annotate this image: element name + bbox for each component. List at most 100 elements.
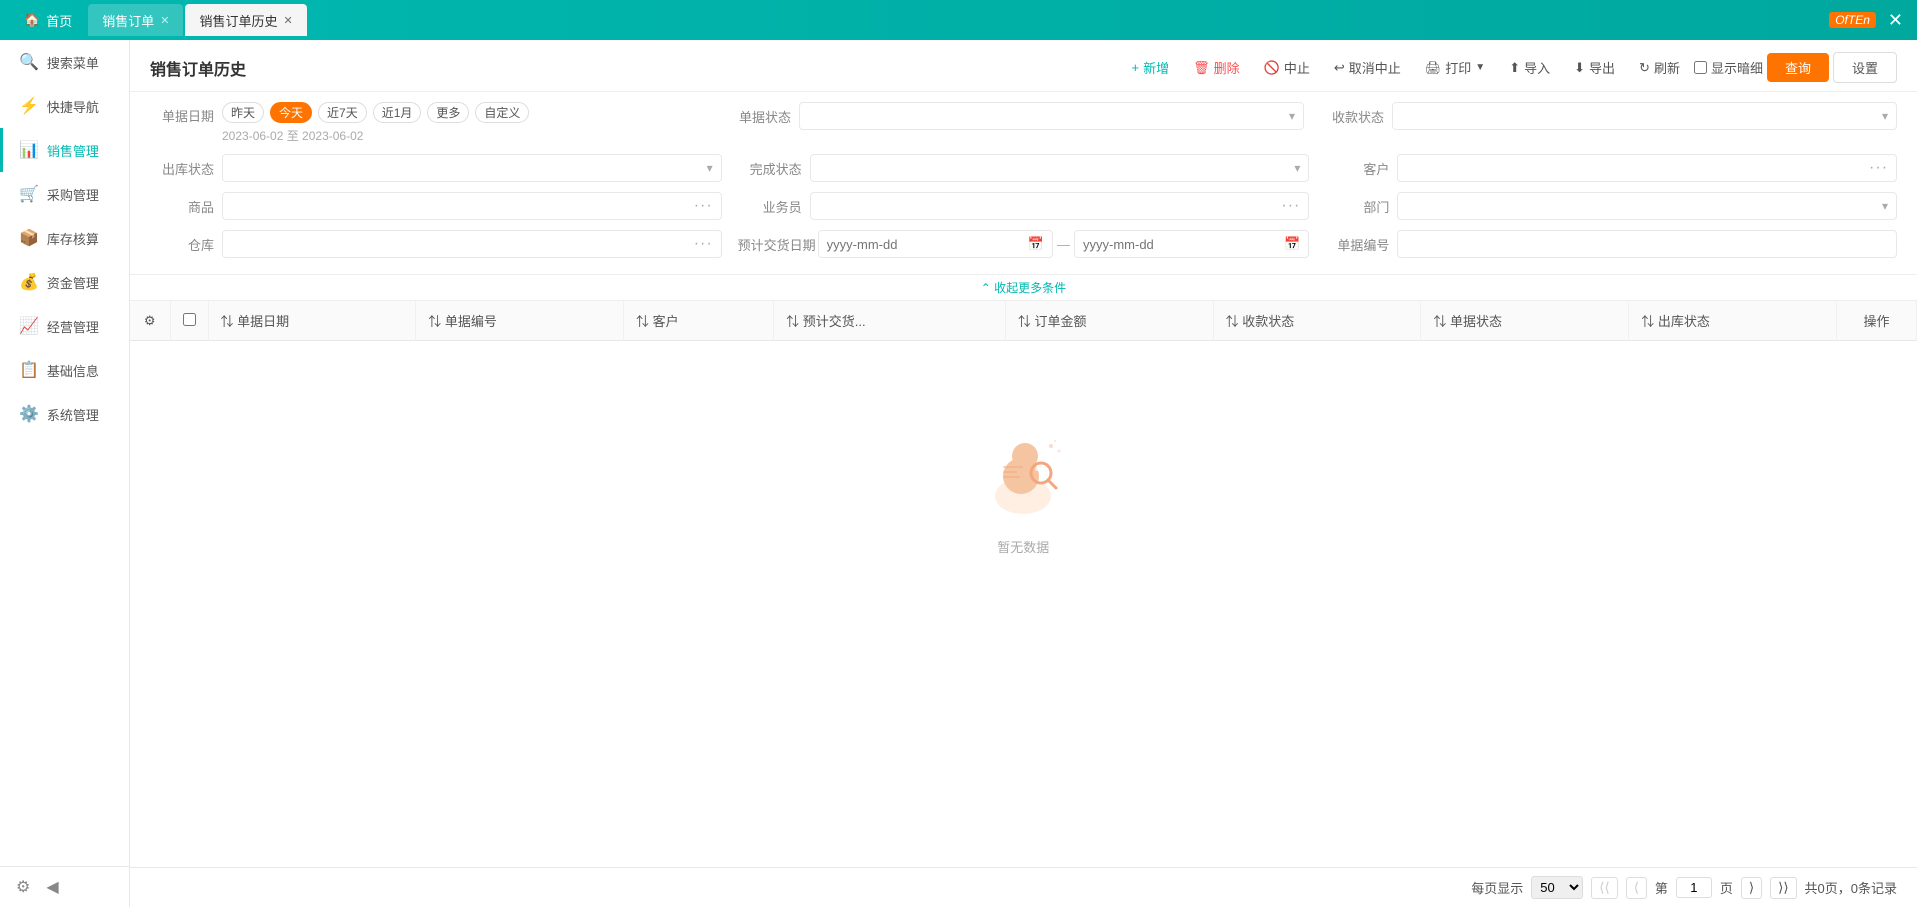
department-arrow-icon: ▾	[1882, 199, 1888, 213]
sidebar-item-inventory[interactable]: 📦 库存核算	[0, 216, 129, 260]
settings-gear-icon[interactable]: ⚙	[144, 313, 156, 328]
sidebar-item-quick-nav[interactable]: ⚡ 快捷导航	[0, 84, 129, 128]
date-more[interactable]: 更多	[427, 102, 469, 123]
warehouse-dots-icon: ···	[694, 235, 713, 253]
tab-sales-order-history-close[interactable]: ✕	[283, 14, 292, 27]
show-cols-label: 显示暗细	[1711, 58, 1763, 77]
empty-illustration	[973, 421, 1073, 521]
print-button[interactable]: 🖨 打印 ▼	[1415, 54, 1495, 81]
page-number-input[interactable]	[1676, 877, 1712, 898]
empty-text: 暂无数据	[997, 537, 1049, 556]
col-operations: 操作	[1837, 301, 1917, 341]
payment-status-input[interactable]: ▾	[1392, 102, 1897, 130]
expected-delivery-start-input[interactable]	[827, 237, 1024, 252]
col-outbound-status[interactable]: ⇅ 出库状态	[1629, 301, 1837, 341]
delete-button[interactable]: 🗑 删除	[1183, 54, 1250, 81]
col-customer[interactable]: ⇅ 客户	[624, 301, 774, 341]
expected-delivery-end-input[interactable]	[1083, 237, 1280, 252]
product-label: 商品	[150, 197, 222, 216]
page-size-label: 每页显示	[1471, 878, 1523, 897]
collapse-label: ⌃ 收起更多条件	[981, 281, 1066, 295]
col-expected-delivery[interactable]: ⇅ 预计交货...	[774, 301, 1006, 341]
col-expected-sort-icon: ⇅	[786, 314, 803, 329]
outbound-status-label: 出库状态	[150, 159, 222, 178]
refresh-icon: ↻	[1639, 60, 1650, 76]
sidebar-item-sales-label: 销售管理	[47, 141, 99, 160]
refresh-button[interactable]: ↻ 刷新	[1629, 54, 1690, 81]
col-order-status[interactable]: ⇅ 单据状态	[1421, 301, 1629, 341]
stop-button[interactable]: 🚫 中止	[1254, 54, 1320, 81]
first-page-button[interactable]: ⟨⟨	[1591, 877, 1617, 899]
settings-button[interactable]: 设置	[1833, 52, 1897, 83]
new-button[interactable]: + 新增	[1121, 54, 1179, 81]
sidebar-item-search-menu[interactable]: 🔍 搜索菜单	[0, 40, 129, 84]
tab-sales-order[interactable]: 销售订单 ✕	[88, 4, 183, 36]
sidebar-item-system[interactable]: ⚙️ 系统管理	[0, 392, 129, 436]
page-size-select[interactable]: 50 100 200	[1531, 876, 1583, 899]
tab-home[interactable]: 🏠 首页	[10, 4, 86, 36]
product-dots-icon: ···	[694, 197, 713, 215]
order-no-input[interactable]	[1397, 230, 1897, 258]
next-page-button[interactable]: ⟩	[1741, 877, 1762, 899]
sidebar-item-capital-label: 资金管理	[47, 273, 99, 292]
salesperson-input[interactable]: ···	[810, 192, 1310, 220]
date-1month[interactable]: 近1月	[373, 102, 422, 123]
col-order-no[interactable]: ⇅ 单据编号	[416, 301, 624, 341]
department-input[interactable]: ▾	[1397, 192, 1897, 220]
import-button[interactable]: ⬆ 导入	[1499, 54, 1560, 81]
date-yesterday[interactable]: 昨天	[222, 102, 264, 123]
orders-table: ⚙ ⇅ 单据日期 ⇅ 单据编号	[130, 301, 1917, 596]
settings-bottom-icon[interactable]: ⚙	[16, 877, 30, 897]
query-button[interactable]: 查询	[1767, 53, 1829, 82]
tab-sales-order-history[interactable]: 销售订单历史 ✕	[185, 4, 306, 36]
order-no-label: 单据编号	[1325, 235, 1397, 254]
salesperson-dots-icon: ···	[1281, 197, 1300, 215]
page-go-label: 第	[1655, 878, 1668, 897]
prev-page-button[interactable]: ⟨	[1626, 877, 1647, 899]
customer-label: 客户	[1325, 159, 1397, 178]
expected-delivery-end[interactable]: 📅	[1074, 230, 1309, 258]
sidebar-item-purchase[interactable]: 🛒 采购管理	[0, 172, 129, 216]
collapse-icon[interactable]: ◀	[46, 877, 58, 897]
show-cols-checkbox[interactable]	[1694, 61, 1707, 74]
date-today[interactable]: 今天	[270, 102, 312, 123]
outbound-status-input[interactable]: ▾	[222, 154, 722, 182]
sidebar-item-operations[interactable]: 📈 经营管理	[0, 304, 129, 348]
cancel-stop-button[interactable]: ↩ 取消中止	[1324, 54, 1411, 81]
print-arrow-icon: ▼	[1475, 62, 1485, 73]
col-checkbox[interactable]	[170, 301, 208, 341]
show-cols-wrap[interactable]: 显示暗细	[1694, 58, 1763, 77]
col-amount[interactable]: ⇅ 订单金额	[1005, 301, 1213, 341]
sidebar-item-basic-info[interactable]: 📋 基础信息	[0, 348, 129, 392]
payment-status-label: 收款状态	[1320, 107, 1392, 126]
date-custom[interactable]: 自定义	[475, 102, 529, 123]
expected-delivery-label: 预计交货日期	[738, 235, 818, 254]
product-input[interactable]: ···	[222, 192, 722, 220]
col-outbound-sort-icon: ⇅	[1641, 314, 1658, 329]
select-all-checkbox[interactable]	[183, 313, 196, 326]
home-icon: 🏠	[24, 12, 40, 28]
sidebar-item-operations-label: 经营管理	[47, 317, 99, 336]
customer-dots-icon: ···	[1869, 159, 1888, 177]
completion-status-arrow-icon: ▾	[1294, 161, 1300, 175]
tab-sales-order-close[interactable]: ✕	[160, 14, 169, 27]
customer-input[interactable]: ···	[1397, 154, 1897, 182]
search-menu-icon: 🔍	[19, 52, 39, 72]
order-no-text-input[interactable]	[1406, 237, 1888, 252]
window-close-button[interactable]: ✕	[1884, 10, 1907, 31]
top-tabs: 🏠 首页 销售订单 ✕ 销售订单历史 ✕	[10, 4, 1829, 36]
expected-delivery-start[interactable]: 📅	[818, 230, 1053, 258]
collapse-bar[interactable]: ⌃ 收起更多条件	[130, 275, 1917, 301]
warehouse-label: 仓库	[150, 235, 222, 254]
order-status-input[interactable]: ▾	[799, 102, 1304, 130]
warehouse-input[interactable]: ···	[222, 230, 722, 258]
export-button[interactable]: ⬇ 导出	[1564, 54, 1625, 81]
col-settings[interactable]: ⚙	[130, 301, 170, 341]
col-payment-status[interactable]: ⇅ 收款状态	[1213, 301, 1421, 341]
completion-status-input[interactable]: ▾	[810, 154, 1310, 182]
col-date[interactable]: ⇅ 单据日期	[208, 301, 416, 341]
sidebar-item-capital[interactable]: 💰 资金管理	[0, 260, 129, 304]
sidebar-item-sales[interactable]: 📊 销售管理	[0, 128, 129, 172]
last-page-button[interactable]: ⟩⟩	[1770, 877, 1796, 899]
date-7days[interactable]: 近7天	[318, 102, 367, 123]
